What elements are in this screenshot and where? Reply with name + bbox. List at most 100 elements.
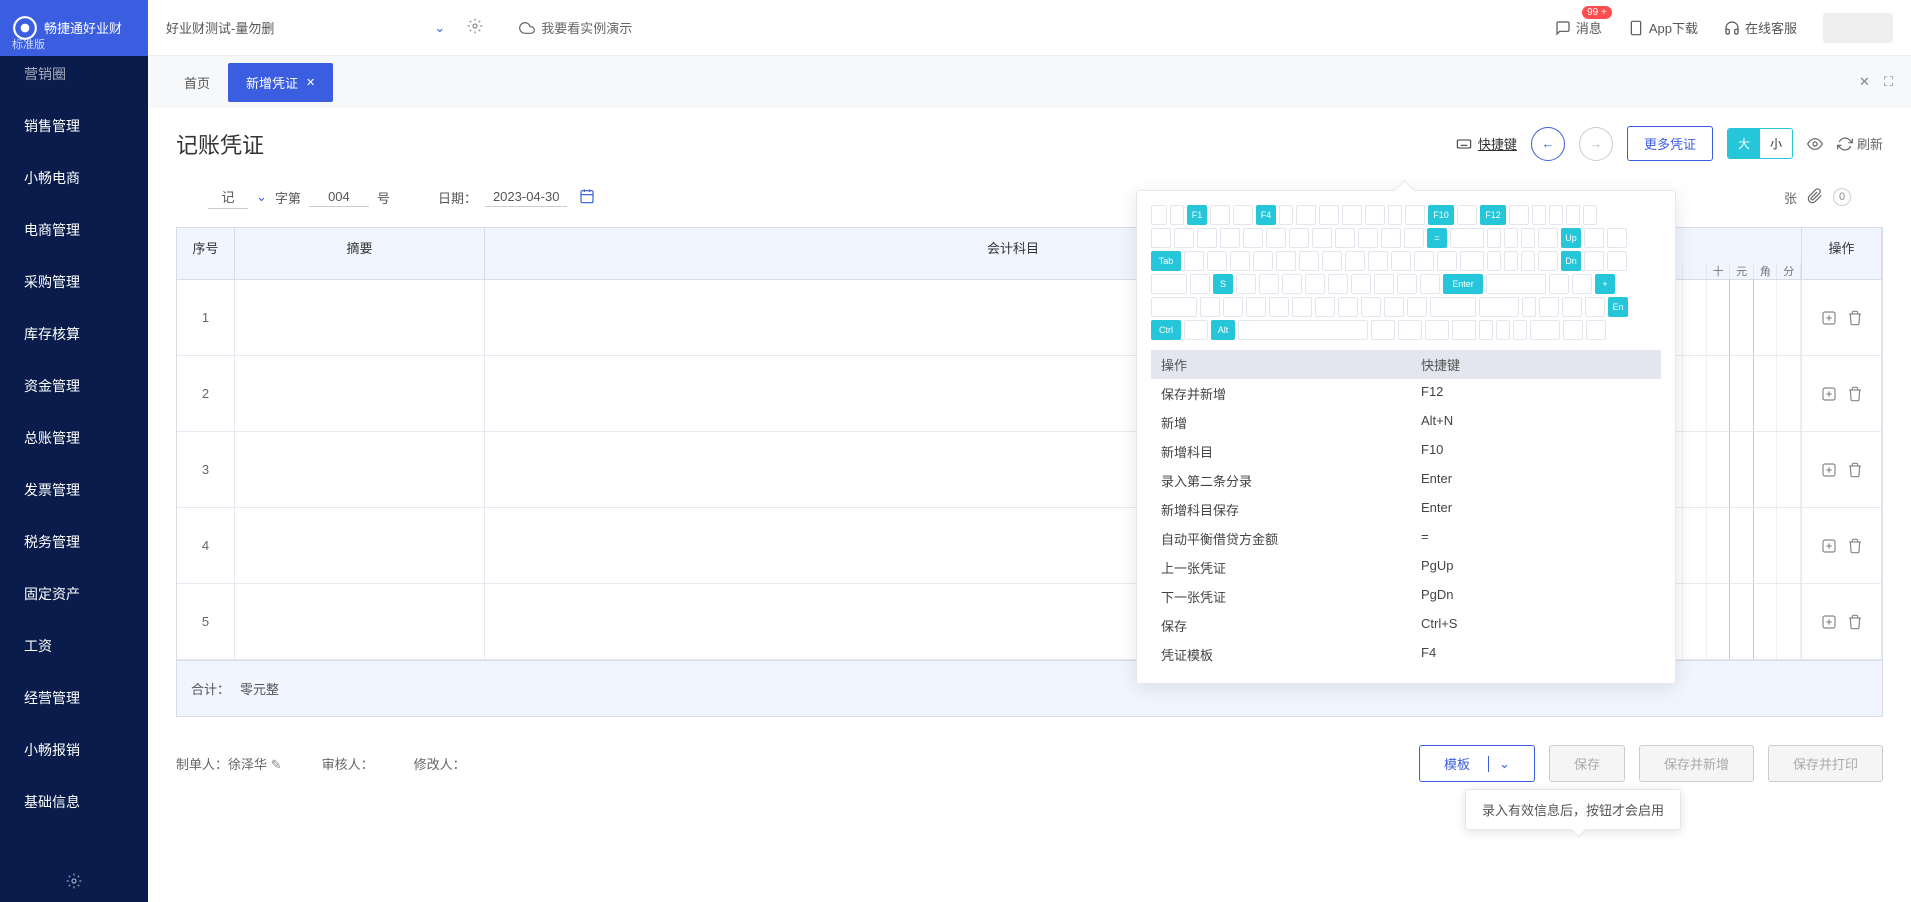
message-icon <box>1555 20 1571 36</box>
add-row-icon[interactable] <box>1821 386 1837 402</box>
sum-label: 合计： <box>191 679 230 698</box>
delete-row-icon[interactable] <box>1847 538 1863 554</box>
next-voucher-button[interactable]: → <box>1579 127 1613 161</box>
add-row-icon[interactable] <box>1821 614 1837 630</box>
sidebar-item[interactable]: 库存核算 <box>0 308 148 360</box>
row-actions <box>1802 508 1882 583</box>
support-link[interactable]: 在线客服 <box>1724 18 1797 37</box>
sidebar-item[interactable]: 发票管理 <box>0 464 148 516</box>
sidebar-item[interactable]: 基础信息 <box>0 776 148 828</box>
summary-cell[interactable] <box>235 280 485 355</box>
keyboard-key <box>1342 205 1362 225</box>
avatar[interactable] <box>1823 13 1893 43</box>
size-large[interactable]: 大 <box>1728 129 1760 158</box>
org-selector[interactable]: 好业财测试-量勿删 ⌄ <box>166 18 445 37</box>
keyboard-key <box>1414 251 1434 271</box>
shortcut-row: 保存Ctrl+S <box>1151 611 1661 640</box>
more-vouchers-button[interactable]: 更多凭证 <box>1627 126 1713 161</box>
keyboard-key <box>1296 205 1316 225</box>
voucher-type-select[interactable]: 记 <box>208 185 248 209</box>
sidebar-item[interactable]: 资金管理 <box>0 360 148 412</box>
sidebar-item[interactable]: 销售管理 <box>0 100 148 152</box>
keyboard-key <box>1437 251 1457 271</box>
tabs-close-all-icon[interactable]: ✕ <box>1859 74 1870 90</box>
add-row-icon[interactable] <box>1821 310 1837 326</box>
shortcut-key: Enter <box>1421 471 1651 490</box>
keyboard-key <box>1210 205 1230 225</box>
tab-new-voucher[interactable]: 新增凭证 ✕ <box>228 63 333 102</box>
keyboard-key <box>1405 205 1425 225</box>
add-row-icon[interactable] <box>1821 462 1837 478</box>
keyboard-key <box>1566 205 1580 225</box>
keyboard-key <box>1299 251 1319 271</box>
download-link[interactable]: App下载 <box>1628 18 1698 37</box>
tab-home[interactable]: 首页 <box>166 63 228 102</box>
keyboard-key <box>1496 320 1510 340</box>
shortcut-op: 凭证模板 <box>1161 645 1421 664</box>
sidebar-item[interactable]: 工资 <box>0 620 148 672</box>
keyboard-key <box>1223 297 1243 317</box>
keyboard-key: F12 <box>1480 205 1506 225</box>
sidebar-item[interactable]: 经营管理 <box>0 672 148 724</box>
keyboard-key <box>1381 228 1401 248</box>
sidebar-item[interactable]: 小畅报销 <box>0 724 148 776</box>
keyboard-key <box>1351 274 1371 294</box>
sidebar-item[interactable]: 税务管理 <box>0 516 148 568</box>
refresh-button[interactable]: 刷新 <box>1837 134 1883 153</box>
keyboard-key <box>1207 251 1227 271</box>
messages-link[interactable]: 消息 99 + <box>1555 18 1602 37</box>
delete-row-icon[interactable] <box>1847 462 1863 478</box>
sidebar-item[interactable]: 总账管理 <box>0 412 148 464</box>
keyboard-key <box>1371 320 1395 340</box>
sidebar: 营销圈 销售管理 小畅电商 电商管理 采购管理 库存核算 资金管理 总账管理 发… <box>0 56 148 902</box>
gear-icon[interactable] <box>467 18 483 37</box>
brand-name: 畅捷通好业财 <box>44 18 122 37</box>
attachment-count[interactable]: 0 <box>1833 188 1851 206</box>
edit-icon[interactable]: ✎ <box>271 757 282 772</box>
sidebar-settings-icon[interactable] <box>0 863 148 902</box>
prev-voucher-button[interactable]: ← <box>1531 127 1565 161</box>
keyboard-key <box>1151 205 1167 225</box>
summary-cell[interactable] <box>235 356 485 431</box>
keyboard-key <box>1238 320 1368 340</box>
sidebar-item[interactable]: 电商管理 <box>0 204 148 256</box>
keyboard-key <box>1151 228 1171 248</box>
keyboard-key <box>1365 205 1385 225</box>
modifier-label: 修改人： <box>414 754 466 773</box>
summary-cell[interactable] <box>235 432 485 507</box>
sidebar-item[interactable]: 小畅电商 <box>0 152 148 204</box>
attachment-icon[interactable] <box>1807 188 1823 207</box>
summary-cell[interactable] <box>235 584 485 659</box>
tooltip: 录入有效信息后，按钮才会启用 <box>1465 789 1681 830</box>
keyboard-key: Up <box>1561 228 1581 248</box>
cloud-icon <box>519 20 535 36</box>
keyboard-key <box>1452 320 1476 340</box>
delete-row-icon[interactable] <box>1847 386 1863 402</box>
sidebar-item[interactable]: 固定资产 <box>0 568 148 620</box>
shortcut-button[interactable]: 快捷键 <box>1456 134 1517 153</box>
fullscreen-icon[interactable]: ⛶ <box>1884 74 1893 90</box>
keyboard-key: F10 <box>1428 205 1454 225</box>
sidebar-item[interactable]: 采购管理 <box>0 256 148 308</box>
keyboard-key <box>1170 205 1184 225</box>
keyboard-key: Enter <box>1443 274 1483 294</box>
demo-link[interactable]: 我要看实例演示 <box>519 18 632 37</box>
preview-button[interactable] <box>1807 136 1823 152</box>
keyboard-key <box>1538 228 1558 248</box>
shortcut-key: PgUp <box>1421 558 1651 577</box>
row-index: 1 <box>177 280 235 355</box>
shortcut-row: 录入第二条分录Enter <box>1151 466 1661 495</box>
keyboard-key <box>1174 228 1194 248</box>
template-button[interactable]: 模板 ⌄ <box>1419 745 1535 782</box>
voucher-number-input[interactable]: 004 <box>309 187 369 207</box>
calendar-icon[interactable] <box>579 188 595 207</box>
sidebar-item[interactable]: 营销圈 <box>0 56 148 100</box>
add-row-icon[interactable] <box>1821 538 1837 554</box>
summary-cell[interactable] <box>235 508 485 583</box>
delete-row-icon[interactable] <box>1847 614 1863 630</box>
delete-row-icon[interactable] <box>1847 310 1863 326</box>
date-input[interactable]: 2023-04-30 <box>485 187 568 207</box>
size-toggle[interactable]: 大 小 <box>1727 128 1793 159</box>
size-small[interactable]: 小 <box>1760 129 1792 158</box>
close-icon[interactable]: ✕ <box>306 76 315 89</box>
